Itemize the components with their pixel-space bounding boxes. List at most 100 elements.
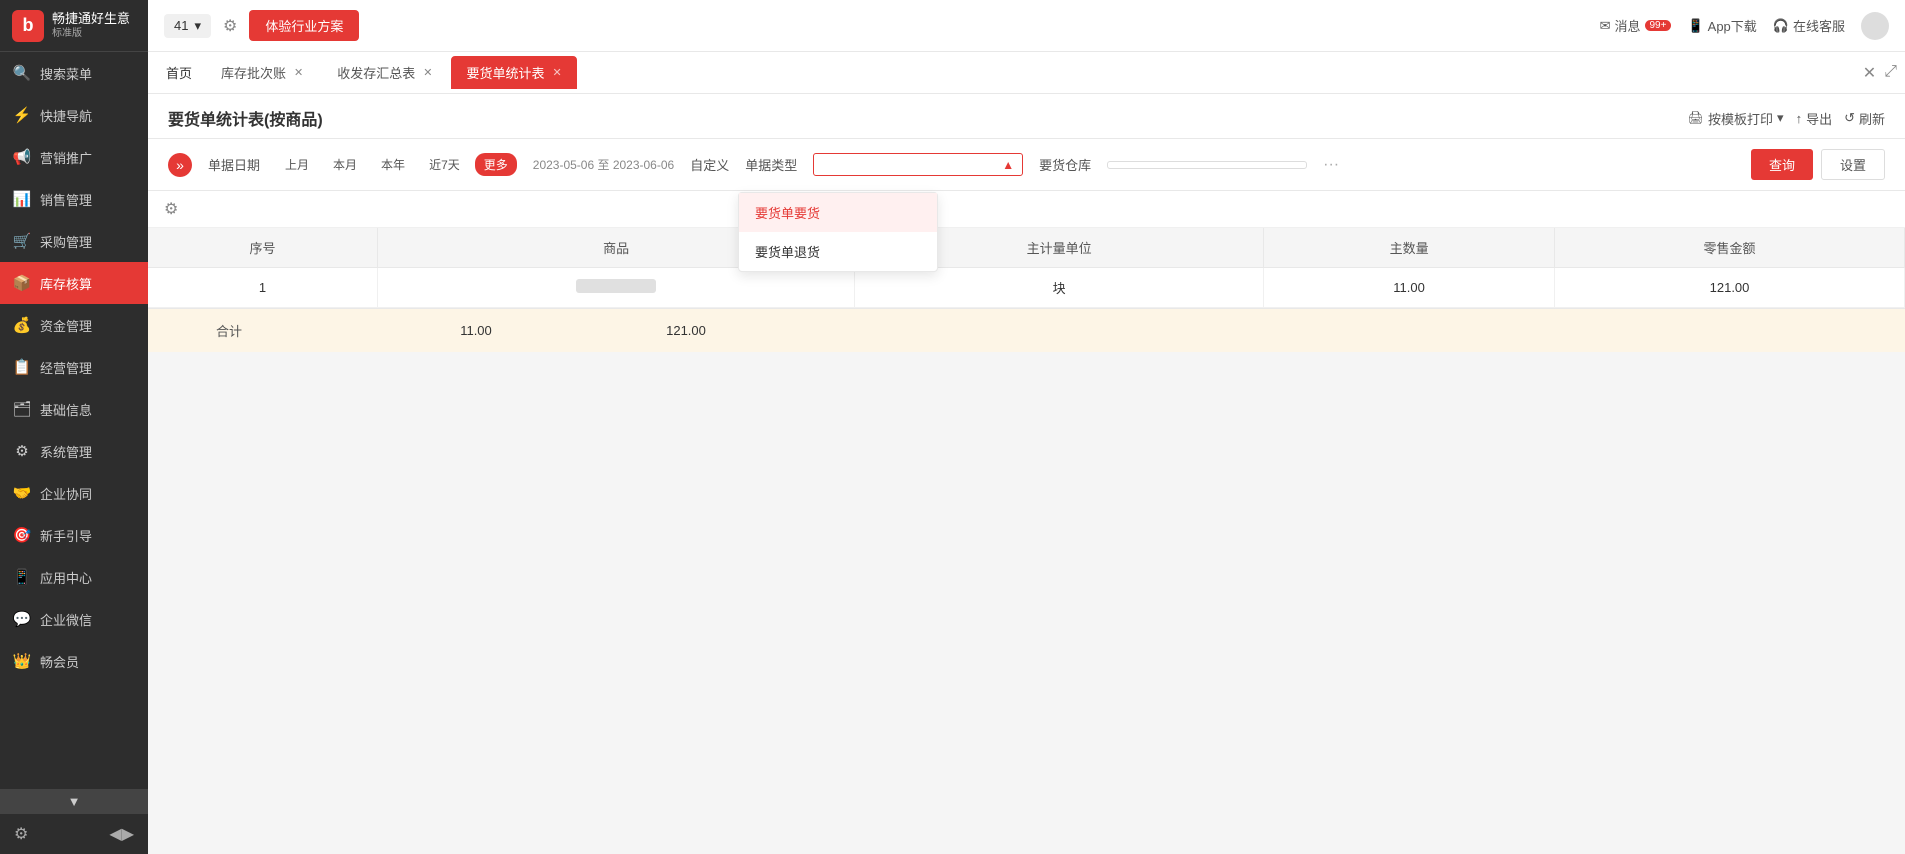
tab-inventory-batch-close[interactable]: ✕ [294, 66, 303, 79]
query-button[interactable]: 查询 [1751, 149, 1813, 180]
sidebar-item-basic[interactable]: 🗂 基础信息 [0, 388, 148, 430]
warehouse-label: 要货仓库 [1039, 155, 1091, 174]
nav-icon-quick-nav: ⚡ [12, 105, 32, 125]
nav-icon-marketing: 📢 [12, 147, 32, 167]
table-row: 1 块 11.00 121.00 [148, 268, 1905, 308]
col-header-index: 序号 [148, 228, 378, 268]
sidebar: b 畅捷通好生意 标准版 🔍 搜索菜单 ⚡ 快捷导航 📢 营销推广 📊 销售管理… [0, 0, 148, 854]
date-buttons: 上月 本月 本年 近7天 更多 [276, 153, 517, 176]
app-download-link[interactable]: 📱 App下载 [1687, 16, 1756, 35]
sidebar-item-operations[interactable]: 📋 经营管理 [0, 346, 148, 388]
settings-button[interactable]: 设置 [1821, 149, 1885, 180]
date-btn-last-month[interactable]: 上月 [276, 153, 318, 176]
date-btn-7days[interactable]: 近7天 [420, 153, 469, 176]
col-header-qty: 主数量 [1264, 228, 1555, 268]
message-count: 99+ [1645, 20, 1672, 31]
type-select[interactable]: ▲ [813, 153, 1023, 176]
tab-home[interactable]: 首页 [156, 57, 202, 88]
promo-button[interactable]: 体验行业方案 [249, 10, 359, 41]
date-btn-this-year[interactable]: 本年 [372, 153, 414, 176]
nav-icon-app-center: 📱 [12, 567, 32, 587]
content-area: 要货单统计表(按商品) 🖨 按模板打印 ▾ ↑ 导出 ↺ 刷新 » [148, 94, 1905, 854]
cell-index: 1 [148, 268, 378, 308]
print-button[interactable]: 🖨 按模板打印 ▾ [1688, 109, 1784, 128]
chevron-down-icon: ▾ [194, 18, 201, 34]
service-icon: 🎧 [1773, 18, 1789, 34]
nav-icon-guide: 🎯 [12, 525, 32, 545]
nav-label-quick-nav: 快捷导航 [40, 106, 92, 125]
close-all-icon[interactable]: ✕ [1863, 63, 1876, 83]
table-header-row: 序号 商品 主计量单位 主数量 零售金额 [148, 228, 1905, 268]
tab-receive-summary-label: 收发存汇总表 [337, 63, 415, 82]
topbar-left: 41 ▾ ⚙ 体验行业方案 [164, 10, 359, 41]
store-selector[interactable]: 41 ▾ [164, 14, 211, 38]
nav-icon-enterprise: 🤝 [12, 483, 32, 503]
dropdown-item-order-return[interactable]: 要货单退货 [739, 232, 937, 271]
tab-inventory-batch-label: 库存批次账 [221, 63, 286, 82]
sidebar-item-app-center[interactable]: 📱 应用中心 [0, 556, 148, 598]
table-settings-icon[interactable]: ⚙ [164, 199, 178, 219]
settings-icon[interactable]: ⚙ [14, 824, 28, 844]
sidebar-item-wechat[interactable]: 💬 企业微信 [0, 598, 148, 640]
export-icon: ↑ [1796, 111, 1803, 126]
date-btn-this-month[interactable]: 本月 [324, 153, 366, 176]
filter-bar: » 单据日期 上月 本月 本年 近7天 更多 2023-05-06 至 2023… [148, 139, 1905, 191]
nav-label-system: 系统管理 [40, 442, 92, 461]
sidebar-item-sales[interactable]: 📊 销售管理 [0, 178, 148, 220]
type-arrow-icon: ▲ [1002, 158, 1014, 172]
logo-icon: b [12, 10, 44, 42]
nav-icon-system: ⚙ [12, 441, 32, 461]
type-input[interactable] [822, 157, 998, 172]
nav-icon-member: 👑 [12, 651, 32, 671]
topbar-gear-icon[interactable]: ⚙ [223, 16, 237, 36]
refresh-icon: ↺ [1844, 110, 1855, 126]
sidebar-item-finance[interactable]: 💰 资金管理 [0, 304, 148, 346]
tab-order-summary[interactable]: 要货单统计表 ✕ [451, 56, 576, 89]
custom-date[interactable]: 自定义 [690, 155, 729, 174]
message-badge[interactable]: ✉ 消息 99+ [1600, 16, 1672, 35]
page-title: 要货单统计表(按商品) [168, 106, 323, 130]
expand-icon[interactable]: ⤢ [1884, 63, 1897, 83]
tab-receive-summary[interactable]: 收发存汇总表 ✕ [322, 56, 447, 89]
warehouse-select[interactable] [1107, 161, 1307, 169]
tab-order-summary-close[interactable]: ✕ [553, 66, 562, 79]
online-service-link[interactable]: 🎧 在线客服 [1773, 16, 1845, 35]
tabbar: 首页 库存批次账 ✕ 收发存汇总表 ✕ 要货单统计表 ✕ ✕ ⤢ [148, 52, 1905, 94]
sidebar-item-member[interactable]: 👑 畅会员 [0, 640, 148, 682]
nav-label-sales: 销售管理 [40, 190, 92, 209]
table-toolbar: ⚙ [148, 191, 1905, 228]
collapse-icon[interactable]: ◀▶ [109, 824, 134, 844]
cell-amount: 121.00 [1555, 268, 1905, 308]
footer-amount: 121.00 [626, 323, 746, 338]
nav-label-basic: 基础信息 [40, 400, 92, 419]
export-button[interactable]: ↑ 导出 [1796, 109, 1833, 128]
sidebar-item-search[interactable]: 🔍 搜索菜单 [0, 52, 148, 94]
tab-actions: ✕ ⤢ [1863, 63, 1897, 83]
sidebar-item-marketing[interactable]: 📢 营销推广 [0, 136, 148, 178]
sidebar-item-enterprise[interactable]: 🤝 企业协同 [0, 472, 148, 514]
page-header: 要货单统计表(按商品) 🖨 按模板打印 ▾ ↑ 导出 ↺ 刷新 [148, 94, 1905, 139]
dropdown-item-order-goods[interactable]: 要货单要货 [739, 193, 937, 232]
print-chevron: ▾ [1777, 110, 1784, 126]
sidebar-item-inventory[interactable]: 📦 库存核算 [0, 262, 148, 304]
avatar[interactable] [1861, 12, 1889, 40]
tab-inventory-batch[interactable]: 库存批次账 ✕ [206, 56, 318, 89]
tab-order-summary-label: 要货单统计表 [466, 63, 544, 82]
nav-icon-sales: 📊 [12, 189, 32, 209]
page-actions: 🖨 按模板打印 ▾ ↑ 导出 ↺ 刷新 [1688, 109, 1886, 128]
sidebar-item-guide[interactable]: 🎯 新手引导 [0, 514, 148, 556]
sidebar-item-quick-nav[interactable]: ⚡ 快捷导航 [0, 94, 148, 136]
sidebar-scroll-down[interactable]: ▼ [0, 789, 148, 813]
tab-receive-summary-close[interactable]: ✕ [423, 66, 432, 79]
nav-icon-purchase: 🛒 [12, 231, 32, 251]
filter-actions: 查询 设置 [1751, 149, 1885, 180]
nav-icon-operations: 📋 [12, 357, 32, 377]
sidebar-item-system[interactable]: ⚙ 系统管理 [0, 430, 148, 472]
date-btn-more[interactable]: 更多 [475, 153, 517, 176]
nav-label-inventory: 库存核算 [40, 274, 92, 293]
filter-expand-button[interactable]: » [168, 153, 192, 177]
refresh-button[interactable]: ↺ 刷新 [1844, 109, 1885, 128]
nav-icon-basic: 🗂 [12, 399, 32, 419]
more-filters-icon[interactable]: ··· [1323, 156, 1339, 174]
sidebar-item-purchase[interactable]: 🛒 采购管理 [0, 220, 148, 262]
